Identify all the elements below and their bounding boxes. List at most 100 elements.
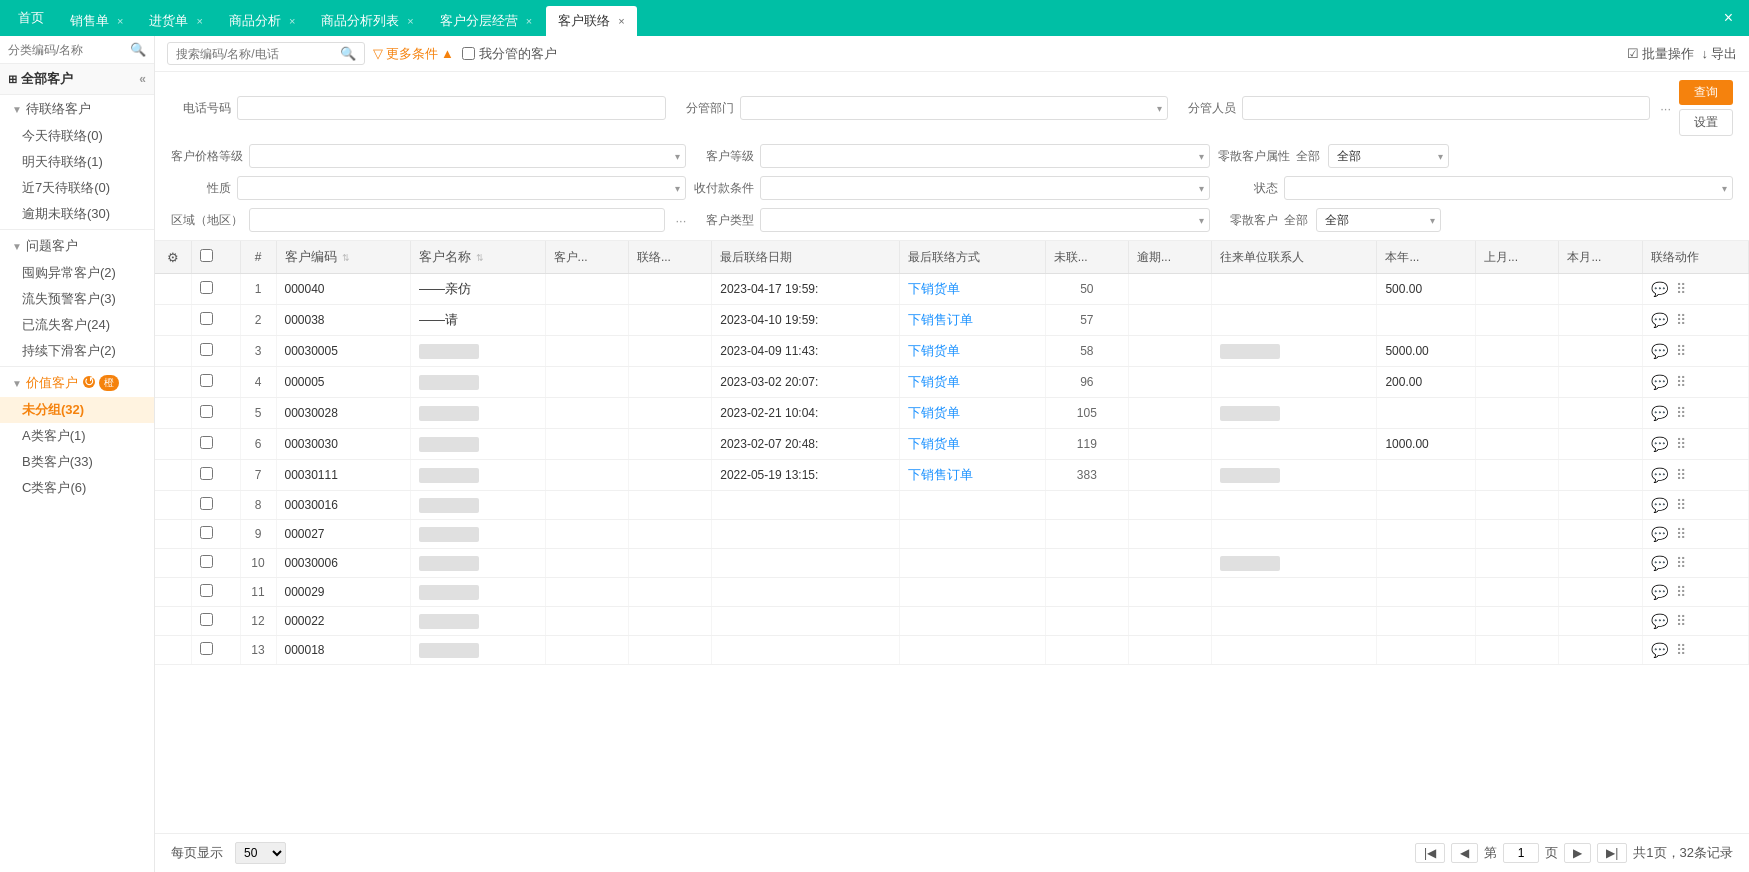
nav-close-btn[interactable]: × bbox=[1716, 7, 1741, 29]
menu-icon[interactable]: ⠿ bbox=[1676, 642, 1686, 658]
status-select[interactable] bbox=[1284, 176, 1733, 200]
close-icon[interactable]: × bbox=[289, 15, 295, 27]
chat-icon[interactable]: 💬 bbox=[1651, 374, 1668, 390]
td-checkbox[interactable] bbox=[191, 491, 240, 520]
td-checkbox[interactable] bbox=[191, 367, 240, 398]
refresh-icon[interactable]: ↺ bbox=[82, 375, 96, 389]
menu-icon[interactable]: ⠿ bbox=[1676, 312, 1686, 328]
menu-icon[interactable]: ⠿ bbox=[1676, 497, 1686, 513]
menu-icon[interactable]: ⠿ bbox=[1676, 555, 1686, 571]
sparse-attr-select[interactable]: 全部 bbox=[1328, 144, 1450, 168]
td-checkbox[interactable] bbox=[191, 636, 240, 665]
sidebar-group-pending[interactable]: ▼ 待联络客户 bbox=[0, 95, 154, 123]
my-customers-checkbox[interactable]: 我分管的客户 bbox=[462, 45, 557, 63]
row-checkbox[interactable] bbox=[200, 642, 213, 655]
reset-btn[interactable]: 设置 bbox=[1679, 109, 1733, 136]
sidebar-item-lost[interactable]: 已流失客户(24) bbox=[0, 312, 154, 338]
menu-icon[interactable]: ⠿ bbox=[1676, 374, 1686, 390]
sidebar-item-ungroup[interactable]: 未分组(32) bbox=[0, 397, 154, 423]
chat-icon[interactable]: 💬 bbox=[1651, 526, 1668, 542]
sidebar-item-churn-warning[interactable]: 流失预警客户(3) bbox=[0, 286, 154, 312]
close-icon[interactable]: × bbox=[526, 15, 532, 27]
prev-page-btn[interactable]: ◀ bbox=[1451, 843, 1478, 863]
nav-tab-customer-contact[interactable]: 客户联络 × bbox=[546, 6, 636, 36]
row-checkbox[interactable] bbox=[200, 584, 213, 597]
sparse-select[interactable]: 全部 bbox=[1316, 208, 1441, 232]
chat-icon[interactable]: 💬 bbox=[1651, 281, 1668, 297]
contact-way-link[interactable]: 下销售订单 bbox=[908, 467, 973, 482]
nav-tab-sales[interactable]: 销售单 × bbox=[58, 6, 135, 36]
row-checkbox[interactable] bbox=[200, 281, 213, 294]
close-icon[interactable]: × bbox=[407, 15, 413, 27]
search-icon[interactable]: 🔍 bbox=[340, 46, 356, 61]
chat-icon[interactable]: 💬 bbox=[1651, 555, 1668, 571]
chat-icon[interactable]: 💬 bbox=[1651, 642, 1668, 658]
td-checkbox[interactable] bbox=[191, 398, 240, 429]
td-checkbox[interactable] bbox=[191, 549, 240, 578]
nav-tab-analysis-list[interactable]: 商品分析列表 × bbox=[309, 6, 425, 36]
menu-icon[interactable]: ⠿ bbox=[1676, 526, 1686, 542]
chat-icon[interactable]: 💬 bbox=[1651, 497, 1668, 513]
td-checkbox[interactable] bbox=[191, 607, 240, 636]
sidebar-item-a-class[interactable]: A类客户(1) bbox=[0, 423, 154, 449]
dept-select[interactable] bbox=[740, 96, 1169, 120]
row-checkbox[interactable] bbox=[200, 436, 213, 449]
menu-icon[interactable]: ⠿ bbox=[1676, 281, 1686, 297]
nav-tab-analysis[interactable]: 商品分析 × bbox=[217, 6, 307, 36]
customer-type-select[interactable] bbox=[760, 208, 1209, 232]
chat-icon[interactable]: 💬 bbox=[1651, 343, 1668, 359]
contact-way-link[interactable]: 下销售订单 bbox=[908, 312, 973, 327]
price-grade-select[interactable] bbox=[249, 144, 686, 168]
sidebar-item-declining[interactable]: 持续下滑客户(2) bbox=[0, 338, 154, 364]
th-code[interactable]: 客户编码 ⇅ bbox=[276, 241, 411, 274]
sidebar-group-value[interactable]: ▼ 价值客户 ↺ 橙 bbox=[0, 369, 154, 397]
th-name[interactable]: 客户名称 ⇅ bbox=[411, 241, 546, 274]
sidebar-search-input[interactable] bbox=[8, 43, 126, 57]
first-page-btn[interactable]: |◀ bbox=[1415, 843, 1445, 863]
contact-way-link[interactable]: 下销货单 bbox=[908, 374, 960, 389]
sidebar-item-c-class[interactable]: C类客户(6) bbox=[0, 475, 154, 501]
sidebar-item-today[interactable]: 今天待联络(0) bbox=[0, 123, 154, 149]
region-dots-icon[interactable]: ··· bbox=[675, 213, 686, 228]
sidebar-item-overdue[interactable]: 逾期未联络(30) bbox=[0, 201, 154, 227]
settings-icon[interactable]: ⚙ bbox=[167, 250, 179, 265]
search-input[interactable] bbox=[176, 47, 336, 61]
payment-select[interactable] bbox=[760, 176, 1209, 200]
select-all-checkbox[interactable] bbox=[200, 249, 213, 262]
chat-icon[interactable]: 💬 bbox=[1651, 312, 1668, 328]
menu-icon[interactable]: ⠿ bbox=[1676, 436, 1686, 452]
close-icon[interactable]: × bbox=[196, 15, 202, 27]
chat-icon[interactable]: 💬 bbox=[1651, 405, 1668, 421]
sidebar-item-abnormal[interactable]: 囤购异常客户(2) bbox=[0, 260, 154, 286]
menu-icon[interactable]: ⠿ bbox=[1676, 467, 1686, 483]
sidebar-all-customers[interactable]: ⊞ 全部客户 « bbox=[0, 64, 154, 95]
menu-icon[interactable]: ⠿ bbox=[1676, 343, 1686, 359]
contact-way-link[interactable]: 下销货单 bbox=[908, 436, 960, 451]
td-checkbox[interactable] bbox=[191, 429, 240, 460]
export-btn[interactable]: ↓ 导出 bbox=[1702, 45, 1738, 63]
menu-icon[interactable]: ⠿ bbox=[1676, 584, 1686, 600]
sidebar-item-7days[interactable]: 近7天待联络(0) bbox=[0, 175, 154, 201]
contact-way-link[interactable]: 下销货单 bbox=[908, 281, 960, 296]
td-checkbox[interactable] bbox=[191, 336, 240, 367]
row-checkbox[interactable] bbox=[200, 613, 213, 626]
sidebar-item-tomorrow[interactable]: 明天待联络(1) bbox=[0, 149, 154, 175]
chat-icon[interactable]: 💬 bbox=[1651, 436, 1668, 452]
close-icon[interactable]: × bbox=[618, 15, 624, 27]
th-checkbox[interactable] bbox=[191, 241, 240, 274]
close-icon[interactable]: × bbox=[117, 15, 123, 27]
nature-select[interactable] bbox=[237, 176, 686, 200]
row-checkbox[interactable] bbox=[200, 526, 213, 539]
td-checkbox[interactable] bbox=[191, 274, 240, 305]
next-page-btn[interactable]: ▶ bbox=[1564, 843, 1591, 863]
sidebar-group-problem[interactable]: ▼ 问题客户 bbox=[0, 232, 154, 260]
row-checkbox[interactable] bbox=[200, 343, 213, 356]
batch-operation-btn[interactable]: ☑ 批量操作 bbox=[1627, 45, 1694, 63]
contact-way-link[interactable]: 下销货单 bbox=[908, 343, 960, 358]
td-checkbox[interactable] bbox=[191, 520, 240, 549]
sidebar-search-icon[interactable]: 🔍 bbox=[130, 42, 146, 57]
my-customers-check[interactable] bbox=[462, 47, 475, 60]
row-checkbox[interactable] bbox=[200, 312, 213, 325]
row-checkbox[interactable] bbox=[200, 555, 213, 568]
contact-way-link[interactable]: 下销货单 bbox=[908, 405, 960, 420]
